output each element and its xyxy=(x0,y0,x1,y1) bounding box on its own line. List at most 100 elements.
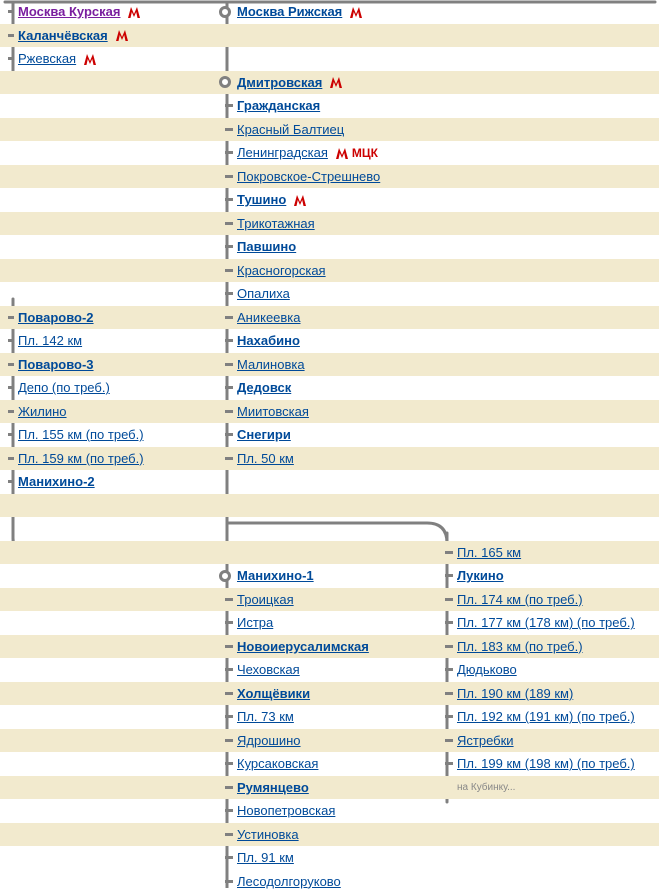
station-link[interactable]: Пл. 192 км (191 км) (по треб.) xyxy=(457,709,635,724)
station-cell: Миитовская xyxy=(225,400,445,424)
station-cell: Покровское-Стрешнево xyxy=(225,165,445,189)
station-tick xyxy=(445,762,453,765)
station-link[interactable]: Пл. 91 км xyxy=(237,850,294,865)
station-tick xyxy=(8,339,14,342)
empty-cell xyxy=(0,705,225,729)
station-link[interactable]: Устиновка xyxy=(237,827,299,842)
station-link[interactable]: Снегири xyxy=(237,427,291,442)
station-link[interactable]: Новоиерусалимская xyxy=(237,639,369,654)
empty-cell xyxy=(0,212,225,236)
station-link[interactable]: Поварово-3 xyxy=(18,357,94,372)
diagram-row: Троицкая Пл. 174 км (по треб.) xyxy=(0,588,659,612)
station-link[interactable]: Пл. 183 км (по треб.) xyxy=(457,639,583,654)
diagram-row: Лесодолгоруково xyxy=(0,870,659,893)
station-link[interactable]: Нахабино xyxy=(237,333,300,348)
empty-cell xyxy=(445,118,659,142)
station-link[interactable]: Ястребки xyxy=(457,733,514,748)
station-link[interactable]: Пл. 155 км (по треб.) xyxy=(18,427,144,442)
station-link[interactable]: Миитовская xyxy=(237,404,309,419)
station-tick xyxy=(8,410,14,413)
station-cell: Павшино xyxy=(225,235,445,259)
station-link[interactable]: Павшино xyxy=(237,239,296,254)
station-link[interactable]: Покровское-Стрешнево xyxy=(237,169,380,184)
station-link[interactable]: Красногорская xyxy=(237,263,326,278)
empty-cell xyxy=(0,564,225,588)
station-link[interactable]: Дюдьково xyxy=(457,662,517,677)
station-link[interactable]: Румянцево xyxy=(237,780,309,795)
station-link[interactable]: Дмитровская xyxy=(237,75,322,90)
station-link[interactable]: Лукино xyxy=(457,568,504,583)
empty-cell xyxy=(445,447,659,471)
station-link[interactable]: Опалиха xyxy=(237,286,290,301)
empty-cell xyxy=(445,71,659,95)
station-link[interactable]: Тушино xyxy=(237,192,286,207)
station-link[interactable]: Манихино-2 xyxy=(18,474,95,489)
station-link[interactable]: Москва Курская xyxy=(18,4,120,19)
diagram-row: Пл. 159 км (по треб.) Пл. 50 км xyxy=(0,447,659,471)
station-cell: Лесодолгоруково xyxy=(225,870,445,893)
station-cell: Пл. 91 км xyxy=(225,846,445,870)
empty-cell xyxy=(0,235,225,259)
mck-label: МЦК xyxy=(352,146,378,160)
station-link[interactable]: Троицкая xyxy=(237,592,294,607)
station-cell: Пл. 142 км xyxy=(0,329,225,353)
station-link[interactable]: Малиновка xyxy=(237,357,305,372)
station-link[interactable]: Гражданская xyxy=(237,98,320,113)
diagram-row: Трикотажная xyxy=(0,212,659,236)
station-link[interactable]: Пл. 50 км xyxy=(237,451,294,466)
station-link[interactable]: Пл. 142 км xyxy=(18,333,82,348)
station-tick xyxy=(225,316,233,319)
station-link[interactable]: Истра xyxy=(237,615,273,630)
metro-icon xyxy=(292,193,308,207)
station-link[interactable]: Пл. 73 км xyxy=(237,709,294,724)
station-link[interactable]: Пл. 177 км (178 км) (по треб.) xyxy=(457,615,635,630)
station-link[interactable]: Чеховская xyxy=(237,662,300,677)
station-tick xyxy=(225,292,233,295)
station-tick xyxy=(8,433,14,436)
station-cell: Москва Курская xyxy=(0,0,225,24)
station-cell: Жилино xyxy=(0,400,225,424)
station-cell: Пл. 174 км (по треб.) xyxy=(445,588,659,612)
station-link[interactable]: Пл. 190 км (189 км) xyxy=(457,686,573,701)
station-link[interactable]: Ядрошино xyxy=(237,733,301,748)
station-link[interactable]: Новопетровская xyxy=(237,803,335,818)
station-link[interactable]: Дедовск xyxy=(237,380,291,395)
station-cell: Чеховская xyxy=(225,658,445,682)
station-link[interactable]: Красный Балтиец xyxy=(237,122,344,137)
station-link[interactable]: Трикотажная xyxy=(237,216,315,231)
station-cell: Дюдьково xyxy=(445,658,659,682)
station-tick xyxy=(225,621,233,624)
station-link[interactable]: Манихино-1 xyxy=(237,568,314,583)
station-tick xyxy=(445,692,453,695)
station-link[interactable]: Аникеевка xyxy=(237,310,301,325)
station-link[interactable]: Пл. 174 км (по треб.) xyxy=(457,592,583,607)
diagram-row: Истра Пл. 177 км (178 км) (по треб.) xyxy=(0,611,659,635)
station-tick xyxy=(225,739,233,742)
station-link[interactable]: Жилино xyxy=(18,404,67,419)
station-cell: Красный Балтиец xyxy=(225,118,445,142)
station-link[interactable]: Ржевская xyxy=(18,51,76,66)
station-cell: Манихино-2 xyxy=(0,470,225,494)
empty-cell xyxy=(445,870,659,893)
station-tick xyxy=(225,668,233,671)
diagram-row: Гражданская xyxy=(0,94,659,118)
diagram-row: Поварово-3 Малиновка xyxy=(0,353,659,377)
station-link[interactable]: Пл. 199 км (198 км) (по треб.) xyxy=(457,756,635,771)
station-link[interactable]: Курсаковская xyxy=(237,756,318,771)
station-cell: Новопетровская xyxy=(225,799,445,823)
station-link[interactable]: Каланчёвская xyxy=(18,28,108,43)
station-link[interactable]: Лесодолгоруково xyxy=(237,874,341,889)
empty-cell xyxy=(0,118,225,142)
diagram-row: Поварово-2 Аникеевка xyxy=(0,306,659,330)
station-link[interactable]: Пл. 159 км (по треб.) xyxy=(18,451,144,466)
station-link[interactable]: Поварово-2 xyxy=(18,310,94,325)
station-link[interactable]: Холщёвики xyxy=(237,686,310,701)
empty-cell xyxy=(445,353,659,377)
station-link[interactable]: Ленинградская xyxy=(237,145,328,160)
station-cell: Истра xyxy=(225,611,445,635)
station-link[interactable]: Пл. 165 км xyxy=(457,545,521,560)
station-link[interactable]: Москва Рижская xyxy=(237,4,342,19)
diagram-row xyxy=(0,494,659,518)
station-cell: Пл. 199 км (198 км) (по треб.) xyxy=(445,752,659,776)
station-link[interactable]: Депо (по треб.) xyxy=(18,380,110,395)
